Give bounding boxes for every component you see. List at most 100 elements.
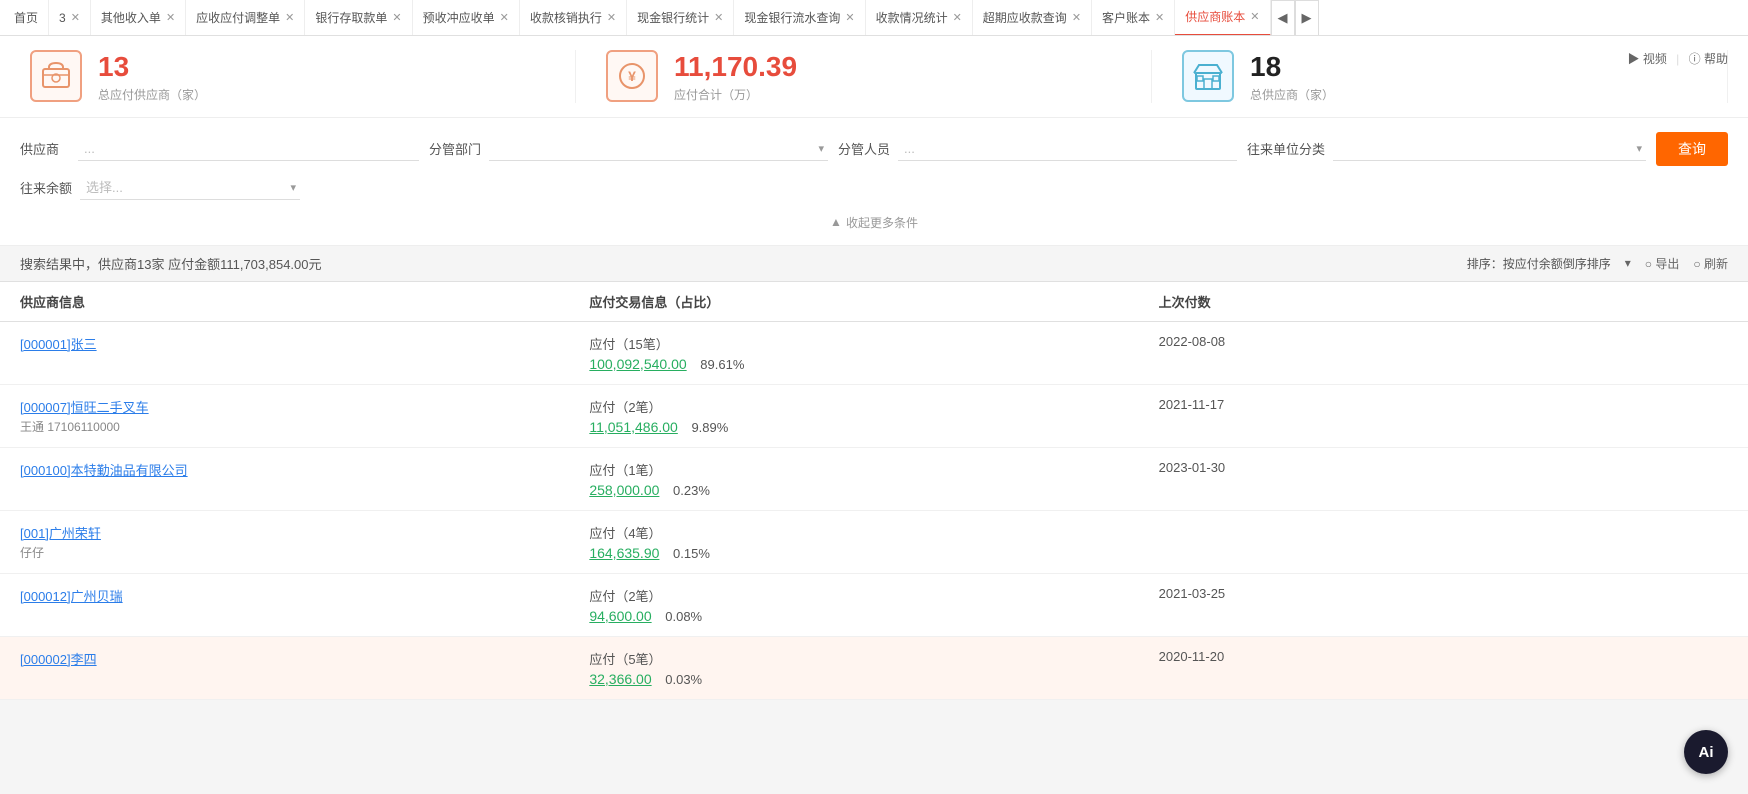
nav-tab-prepay-offset-label: 预收冲应收单 <box>423 9 495 26</box>
nav-tab-receipt-verify[interactable]: 收款核销执行 ✕ <box>520 0 627 36</box>
payable-label-1: 应付（15笔） <box>589 334 1158 353</box>
person-input[interactable] <box>898 137 1237 160</box>
payable-percent-2: 9.89% <box>691 420 728 435</box>
col-header-supplier: 供应商信息 <box>20 292 589 311</box>
table-row[interactable]: [000100]本特勤油品有限公司 应付（1笔） 258,000.00 0.23… <box>0 448 1748 511</box>
supplier-select-wrapper <box>78 137 419 161</box>
nav-tab-other-income[interactable]: 其他收入单 ✕ <box>91 0 186 36</box>
supplier-sub-4: 仔仔 <box>20 544 589 561</box>
close-tab-receipt-stat-icon[interactable]: ✕ <box>953 11 962 24</box>
nav-tab-home-label: 首页 <box>14 9 38 26</box>
close-tab-cash-bank-stat-icon[interactable]: ✕ <box>714 11 723 24</box>
refresh-button[interactable]: ○ 刷新 <box>1693 255 1728 272</box>
nav-tab-home[interactable]: 首页 <box>4 0 49 36</box>
close-tab-ar-ap-adjust-icon[interactable]: ✕ <box>285 11 294 24</box>
nav-tab-receipt-stat[interactable]: 收款情况统计 ✕ <box>866 0 973 36</box>
results-summary: 搜索结果中，供应商13家 应付金额111,703,854.00元 <box>20 254 322 273</box>
ai-button-label: Ai <box>1699 744 1714 761</box>
department-dropdown-icon[interactable]: ▾ <box>818 142 828 155</box>
close-tab-customer-ledger-icon[interactable]: ✕ <box>1155 11 1164 24</box>
ai-button[interactable]: Ai <box>1684 730 1728 774</box>
supplier-name-4[interactable]: [001]广州荣轩 <box>20 526 101 541</box>
nav-prev-arrow[interactable]: ◀ <box>1271 0 1295 36</box>
supplier-info-1: [000001]张三 <box>20 334 589 353</box>
results-bar: 搜索结果中，供应商13家 应付金额111,703,854.00元 排序：按应付余… <box>0 246 1748 282</box>
category-select-wrapper: ▾ <box>1333 137 1646 161</box>
stat-payable-amount-label: 应付合计（万） <box>674 86 797 103</box>
payable-amount-4[interactable]: 164,635.90 <box>589 545 659 561</box>
close-tab-cash-flow-query-icon[interactable]: ✕ <box>845 11 854 24</box>
balance-dropdown-icon[interactable]: ▾ <box>290 181 300 194</box>
table-row[interactable]: [000002]李四 应付（5笔） 32,366.00 0.03% 2020-1… <box>0 637 1748 700</box>
filter-department-label: 分管部门 <box>429 139 481 158</box>
category-input[interactable] <box>1333 137 1636 160</box>
chevron-down-icon: ▾ <box>1625 256 1631 270</box>
help-link[interactable]: ⓘ 帮助 <box>1689 52 1728 66</box>
nav-tab-customer-ledger[interactable]: 客户账本 ✕ <box>1092 0 1175 36</box>
nav-tab-overdue-query[interactable]: 超期应收款查询 ✕ <box>973 0 1092 36</box>
supplier-name-1[interactable]: [000001]张三 <box>20 337 97 352</box>
export-button[interactable]: ○ 导出 <box>1645 255 1680 272</box>
balance-input[interactable] <box>80 176 290 199</box>
nav-tab-bank-deposit[interactable]: 银行存取款单 ✕ <box>305 0 412 36</box>
video-link[interactable]: ▶ 视频 <box>1627 52 1670 66</box>
nav-tab-cash-bank-stat-label: 现金银行统计 <box>637 9 709 26</box>
stats-bar: 13 总应付供应商（家） ¥ 11,170.39 应付合计（万） <box>0 36 1748 118</box>
close-tab-prepay-offset-icon[interactable]: ✕ <box>500 11 509 24</box>
last-payment-1: 2022-08-08 <box>1159 334 1728 349</box>
payable-info-2: 应付（2笔） 11,051,486.00 9.89% <box>589 397 1158 435</box>
table-row[interactable]: [001]广州荣轩 仔仔 应付（4笔） 164,635.90 0.15% <box>0 511 1748 574</box>
table-row[interactable]: [000012]广州贝瑞 应付（2笔） 94,600.00 0.08% 2021… <box>0 574 1748 637</box>
payable-percent-5: 0.08% <box>665 609 702 624</box>
stat-total-suppliers-label: 总供应商（家） <box>1250 86 1334 103</box>
filter-supplier: 供应商 <box>20 137 419 161</box>
close-tab-supplier-ledger-icon[interactable]: ✕ <box>1250 10 1259 23</box>
nav-next-arrow[interactable]: ▶ <box>1295 0 1319 36</box>
category-dropdown-icon[interactable]: ▾ <box>1636 142 1646 155</box>
collapse-icon: ▲ <box>830 215 842 229</box>
stat-payable-amount-info: 11,170.39 应付合计（万） <box>674 50 797 103</box>
store-icon <box>1182 50 1234 102</box>
close-tab-receipt-verify-icon[interactable]: ✕ <box>607 11 616 24</box>
nav-tab-cash-bank-stat[interactable]: 现金银行统计 ✕ <box>627 0 734 36</box>
stat-payable-suppliers: 13 总应付供应商（家） <box>20 50 576 103</box>
table-row[interactable]: [000007]恒旺二手叉车 王通 17106110000 应付（2笔） 11,… <box>0 385 1748 448</box>
filter-balance-label: 往来余额 <box>20 178 72 197</box>
stat-payable-suppliers-label: 总应付供应商（家） <box>98 86 206 103</box>
close-tab-other-income-icon[interactable]: ✕ <box>166 11 175 24</box>
supplier-input[interactable] <box>78 137 419 160</box>
payable-amount-2[interactable]: 11,051,486.00 <box>589 419 678 435</box>
filter-row-2: 往来余额 ▾ <box>20 176 1728 200</box>
supplier-name-6[interactable]: [000002]李四 <box>20 652 97 667</box>
department-input[interactable] <box>489 137 818 160</box>
table-row[interactable]: [000001]张三 应付（15笔） 100,092,540.00 89.61%… <box>0 322 1748 385</box>
supplier-name-3[interactable]: [000100]本特勤油品有限公司 <box>20 463 188 478</box>
nav-tab-ar-ap-adjust[interactable]: 应收应付调整单 ✕ <box>186 0 305 36</box>
payable-amount-6[interactable]: 32,366.00 <box>589 671 651 687</box>
search-button[interactable]: 查询 <box>1656 132 1728 166</box>
close-tab-3-icon[interactable]: ✕ <box>71 11 80 24</box>
stat-total-suppliers-info: 18 总供应商（家） <box>1250 50 1334 103</box>
export-icon: ○ <box>1645 257 1652 271</box>
payable-label-4: 应付（4笔） <box>589 523 1158 542</box>
export-label: 导出 <box>1655 257 1679 271</box>
supplier-name-2[interactable]: [000007]恒旺二手叉车 <box>20 400 149 415</box>
nav-tab-cash-flow-query[interactable]: 现金银行流水查询 ✕ <box>734 0 865 36</box>
payable-amount-5[interactable]: 94,600.00 <box>589 608 651 624</box>
table-container: 供应商信息 应付交易信息（占比） 上次付数 [000001]张三 应付（15笔）… <box>0 282 1748 700</box>
payable-amount-3[interactable]: 258,000.00 <box>589 482 659 498</box>
nav-tab-3[interactable]: 3 ✕ <box>49 0 91 36</box>
payable-amount-1[interactable]: 100,092,540.00 <box>589 356 686 372</box>
close-tab-overdue-query-icon[interactable]: ✕ <box>1072 11 1081 24</box>
nav-tab-prepay-offset[interactable]: 预收冲应收单 ✕ <box>413 0 520 36</box>
stat-payable-suppliers-info: 13 总应付供应商（家） <box>98 50 206 103</box>
close-tab-bank-deposit-icon[interactable]: ✕ <box>392 11 401 24</box>
payable-info-1: 应付（15笔） 100,092,540.00 89.61% <box>589 334 1158 372</box>
nav-tab-supplier-ledger[interactable]: 供应商账本 ✕ <box>1175 0 1270 36</box>
stat-total-suppliers-value: 18 <box>1250 50 1334 84</box>
money-icon: ¥ <box>606 50 658 102</box>
collapse-button[interactable]: ▲ 收起更多条件 <box>20 210 1728 235</box>
sort-label[interactable]: 排序：按应付余额倒序排序 <box>1467 255 1611 272</box>
filter-category: 往来单位分类 ▾ <box>1247 137 1646 161</box>
supplier-name-5[interactable]: [000012]广州贝瑞 <box>20 589 123 604</box>
